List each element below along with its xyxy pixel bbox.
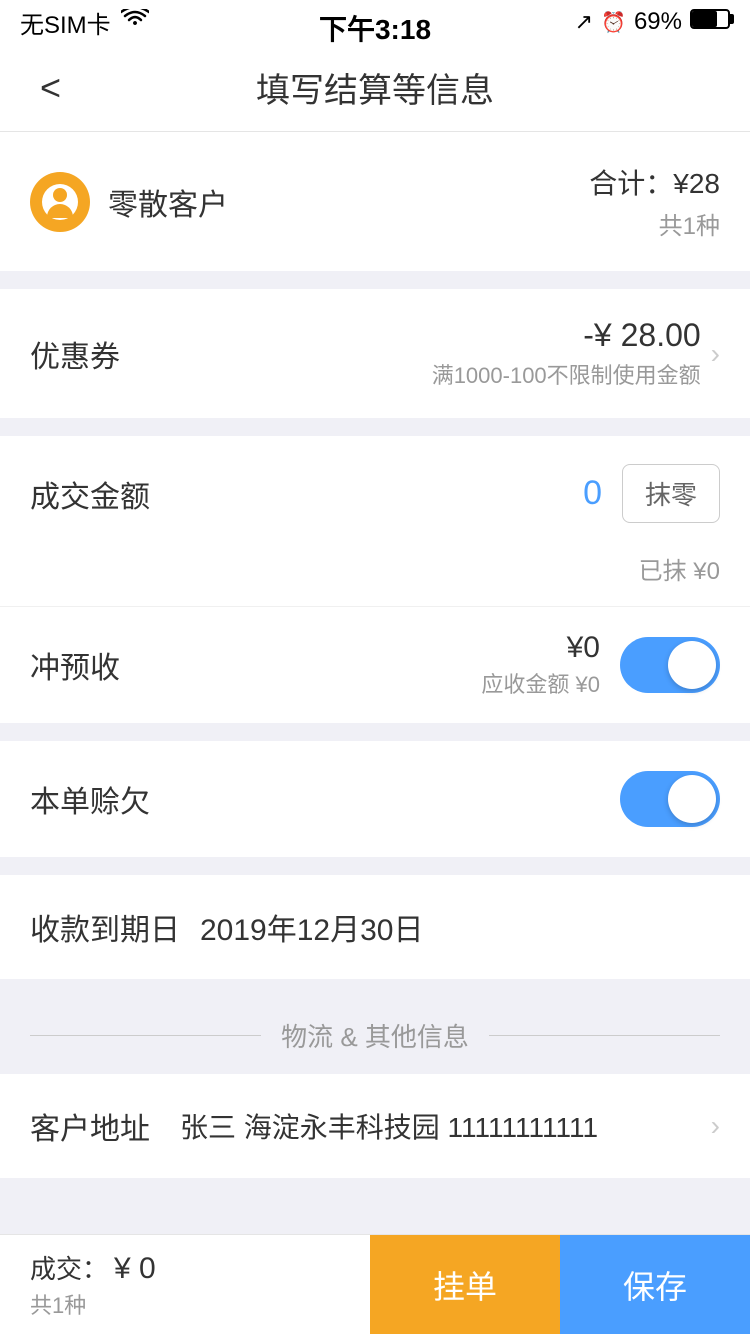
logistics-text: 物流 & 其他信息 xyxy=(281,1017,469,1054)
coupon-amount: -¥ 28.00 xyxy=(432,317,701,354)
deal-amount-label: 成交金额 xyxy=(30,472,150,516)
bottom-count: 共1种 xyxy=(30,1288,340,1320)
address-section[interactable]: 客户地址 张三 海淀永丰科技园 11111111111 › xyxy=(0,1074,750,1178)
round-off-button[interactable]: 抹零 xyxy=(622,464,720,523)
bottom-summary: 成交： ¥ 0 共1种 xyxy=(0,1235,370,1334)
save-button[interactable]: 保存 xyxy=(560,1235,750,1334)
precollect-label: 冲预收 xyxy=(30,643,120,687)
chevron-right-icon: › xyxy=(711,338,720,370)
alarm-icon: ⏰ xyxy=(601,10,626,35)
status-bar-left: 无SIM卡 xyxy=(20,5,149,40)
debt-toggle-knob xyxy=(668,775,716,823)
carrier-label: 无SIM卡 xyxy=(20,5,111,40)
precollect-row: 冲预收 ¥0 应收金额 ¥0 xyxy=(0,606,750,723)
deal-amount-row: 成交金额 0 抹零 xyxy=(0,436,750,551)
deal-amount-value: 0 xyxy=(583,474,602,513)
back-button[interactable]: < xyxy=(30,57,71,119)
coupon-value: -¥ 28.00 满1000-100不限制使用金额 xyxy=(432,317,701,390)
avatar xyxy=(30,172,90,232)
content: 零散客户 合计：¥28 共1种 优惠券 -¥ 28.00 满1000-100不限… xyxy=(0,132,750,1316)
customer-total: 合计：¥28 共1种 xyxy=(589,162,720,241)
address-chevron-icon: › xyxy=(711,1110,720,1142)
logistics-divider: 物流 & 其他信息 xyxy=(0,997,750,1074)
location-icon: ↗ xyxy=(575,9,593,35)
precollect-amount: ¥0 xyxy=(481,631,600,665)
coupon-desc: 满1000-100不限制使用金额 xyxy=(432,358,701,390)
nav-bar: < 填写结算等信息 xyxy=(0,44,750,132)
coupon-section: 优惠券 -¥ 28.00 满1000-100不限制使用金额 › xyxy=(0,289,750,418)
coupon-label: 优惠券 xyxy=(30,332,120,376)
precollect-sub: 应收金额 ¥0 xyxy=(481,667,600,699)
bottom-bar: 成交： ¥ 0 共1种 挂单 保存 xyxy=(0,1234,750,1334)
coupon-right: -¥ 28.00 满1000-100不限制使用金额 › xyxy=(432,317,720,390)
due-date-label: 收款到期日 xyxy=(30,905,180,949)
customer-row: 零散客户 合计：¥28 共1种 xyxy=(0,132,750,271)
address-value: 张三 海淀永丰科技园 11111111111 xyxy=(180,1106,711,1146)
debt-label: 本单赊欠 xyxy=(30,777,150,821)
debt-toggle[interactable] xyxy=(620,771,720,827)
precollect-values: ¥0 应收金额 ¥0 xyxy=(481,631,600,699)
bottom-deal-amount: ¥ 0 xyxy=(114,1252,156,1286)
due-date-value: 2019年12月30日 xyxy=(200,905,423,949)
customer-name: 零散客户 xyxy=(108,180,228,224)
divider-line-right xyxy=(489,1035,720,1036)
wifi-icon xyxy=(121,8,149,36)
debt-section: 本单赊欠 xyxy=(0,741,750,857)
status-bar-right: ↗ ⏰ 69% xyxy=(575,8,730,36)
status-bar: 无SIM卡 下午3:18 ↗ ⏰ 69% xyxy=(0,0,750,44)
total-amount: 合计：¥28 xyxy=(589,162,720,202)
battery-icon xyxy=(690,8,730,36)
precollect-toggle[interactable] xyxy=(620,637,720,693)
bottom-deal-label: 成交： xyxy=(30,1249,108,1286)
total-count: 共1种 xyxy=(589,206,720,241)
coupon-row[interactable]: 优惠券 -¥ 28.00 满1000-100不限制使用金额 › xyxy=(0,289,750,418)
deal-amount-right: 0 抹零 xyxy=(583,464,720,523)
customer-info: 零散客户 xyxy=(30,172,228,232)
divider-line-left xyxy=(30,1035,261,1036)
deal-amount-section: 成交金额 0 抹零 已抹 ¥0 冲预收 ¥0 应收金额 ¥0 xyxy=(0,436,750,723)
page-title: 填写结算等信息 xyxy=(256,63,494,112)
deal-sub-text: 已抹 ¥0 xyxy=(0,551,750,606)
address-label: 客户地址 xyxy=(30,1104,150,1148)
toggle-knob xyxy=(668,641,716,689)
hang-order-button[interactable]: 挂单 xyxy=(370,1235,560,1334)
precollect-right: ¥0 应收金额 ¥0 xyxy=(481,631,720,699)
avatar-icon xyxy=(42,184,78,220)
status-time: 下午3:18 xyxy=(319,8,431,48)
due-date-section: 收款到期日 2019年12月30日 xyxy=(0,875,750,979)
battery-percent: 69% xyxy=(634,8,682,36)
